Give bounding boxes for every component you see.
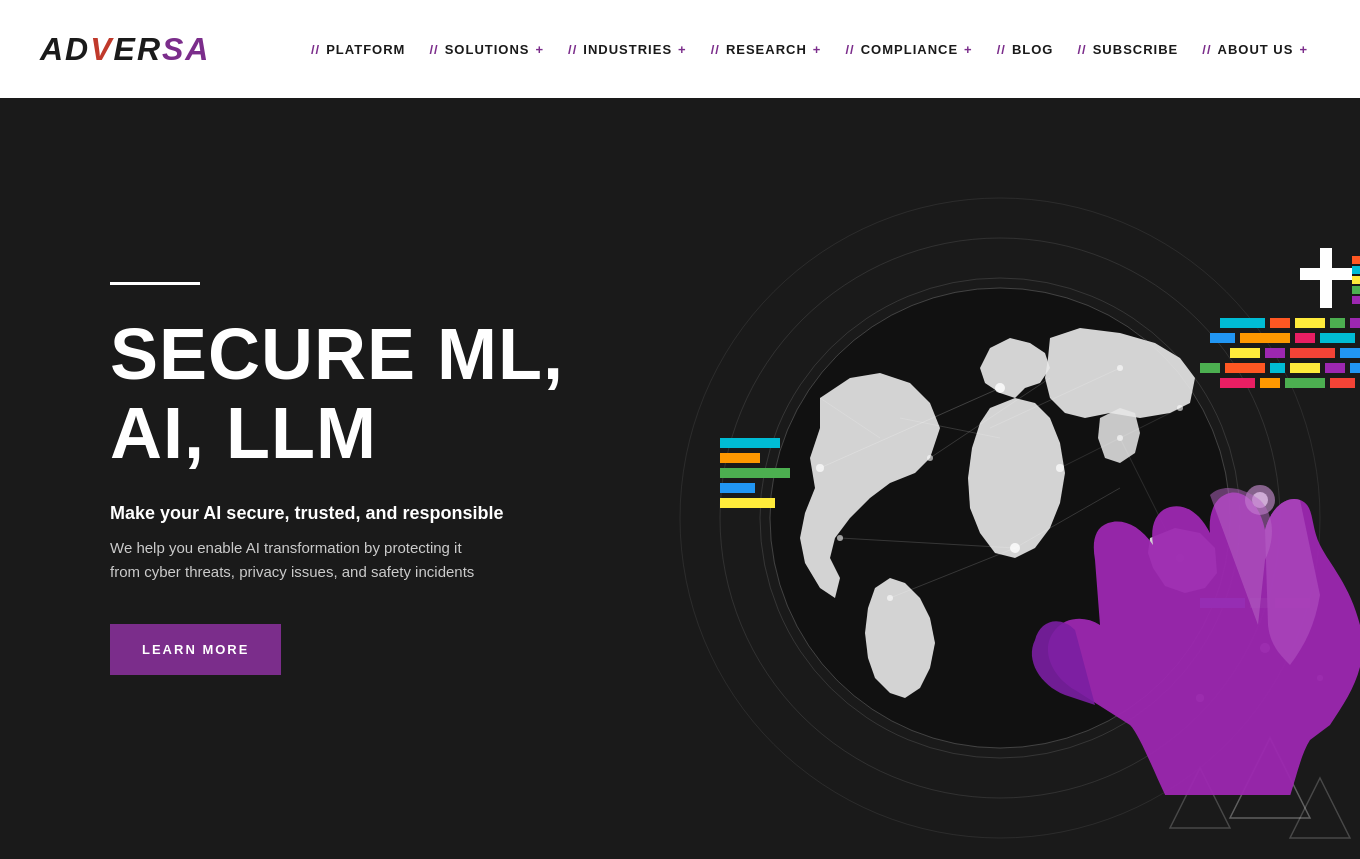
hero-subtitle: Make your AI secure, trusted, and respon… [110,503,650,524]
slash-icon: // [311,42,320,57]
svg-point-16 [927,455,933,461]
svg-point-19 [887,595,893,601]
svg-rect-54 [720,498,775,508]
slash-icon: // [845,42,854,57]
hero-section: SECURE ML, AI, LLM Make your AI secure, … [0,98,1360,859]
svg-point-23 [837,535,843,541]
nav-item-compliance[interactable]: // COMPLIANCE + [833,34,984,65]
svg-rect-59 [1300,268,1352,280]
svg-rect-53 [720,483,755,493]
logo[interactable]: ADVERSA [40,31,210,68]
plus-icon: + [964,42,973,57]
nav-item-platform[interactable]: // PLATFORM [299,34,417,65]
hero-divider [110,282,200,285]
svg-rect-63 [1352,286,1360,294]
nav-item-about-us[interactable]: // ABOUT US + [1190,34,1320,65]
header: ADVERSA // PLATFORM // SOLUTIONS + // IN… [0,0,1360,98]
slash-icon: // [429,42,438,57]
plus-icon: + [678,42,687,57]
logo-text: ADVERSA [40,31,210,68]
nav-item-solutions[interactable]: // SOLUTIONS + [417,34,556,65]
slash-icon: // [997,42,1006,57]
svg-rect-60 [1352,256,1360,264]
plus-icon: + [536,42,545,57]
svg-rect-51 [720,453,760,463]
svg-rect-62 [1352,276,1360,284]
plus-icon: + [813,42,822,57]
nav-item-industries[interactable]: // INDUSTRIES + [556,34,699,65]
slash-icon: // [568,42,577,57]
hand-visual [960,295,1360,799]
slash-icon: // [711,42,720,57]
nav-item-subscribe[interactable]: // SUBSCRIBE [1065,34,1190,65]
nav-item-blog[interactable]: // BLOG [985,34,1066,65]
hero-content: SECURE ML, AI, LLM Make your AI secure, … [0,282,650,675]
plus-icon: + [1299,42,1308,57]
svg-rect-61 [1352,266,1360,274]
hero-description: We help you enable AI transformation by … [110,536,650,584]
slash-icon: // [1202,42,1211,57]
slash-icon: // [1077,42,1086,57]
nav-item-research[interactable]: // RESEARCH + [699,34,834,65]
svg-rect-50 [720,438,780,448]
svg-point-15 [816,464,824,472]
svg-rect-52 [720,468,790,478]
main-nav: // PLATFORM // SOLUTIONS + // INDUSTRIES… [299,34,1320,65]
hero-title: SECURE ML, AI, LLM [110,315,650,473]
learn-more-button[interactable]: LEARN MORE [110,624,281,675]
